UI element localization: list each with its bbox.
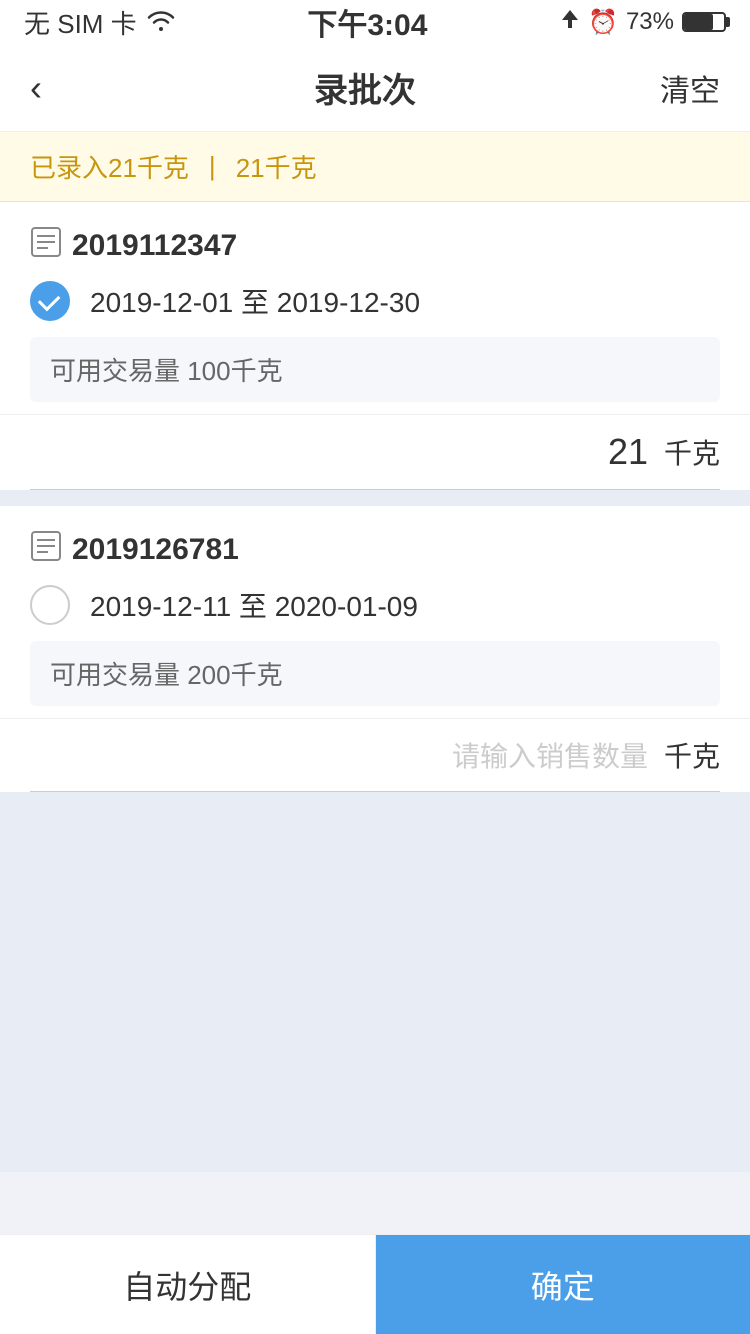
back-button[interactable]: ‹: [30, 67, 90, 109]
batch-id-2: 2019126781: [72, 533, 239, 567]
batch-radio-1[interactable]: [30, 281, 70, 321]
main-content: 2019112347 2019-12-01 至 2019-12-30 可用交易量…: [0, 202, 750, 1272]
batch-doc-icon-2: [30, 530, 62, 569]
confirm-button[interactable]: 确定: [376, 1235, 750, 1334]
section-divider: [0, 490, 750, 506]
quantity-unit-1: 千克: [664, 432, 720, 472]
batch-available-2: 可用交易量 200千克: [30, 641, 720, 706]
auto-distribute-button[interactable]: 自动分配: [0, 1235, 376, 1334]
status-left: 无 SIM 卡: [24, 4, 175, 41]
status-time: 下午3:04: [307, 0, 427, 44]
nav-bar: ‹ 录批次 清空: [0, 44, 750, 132]
batch-radio-2[interactable]: [30, 585, 70, 625]
status-right: ⏰ 73%: [560, 8, 726, 37]
quantity-row-2: 请输入销售数量 千克: [0, 718, 750, 791]
batch-id-1: 2019112347: [72, 229, 237, 263]
batch-header-2: 2019126781: [0, 506, 750, 577]
alarm-icon: ⏰: [588, 8, 618, 37]
batch-header-1: 2019112347: [0, 202, 750, 273]
footer: 自动分配 确定: [0, 1234, 750, 1334]
battery-icon: [682, 12, 726, 32]
recorded-amount: 已录入21千克: [30, 148, 189, 185]
quantity-row-1: 21 千克: [0, 414, 750, 489]
batch-available-1: 可用交易量 100千克: [30, 337, 720, 402]
bottom-space: [0, 792, 750, 1172]
wifi-icon: [147, 7, 175, 38]
batch-date-row-2[interactable]: 2019-12-11 至 2020-01-09: [0, 577, 750, 633]
quantity-placeholder-2: 请输入销售数量: [452, 735, 648, 775]
status-bar: 无 SIM 卡 下午3:04 ⏰ 73%: [0, 0, 750, 44]
batch-date-1: 2019-12-01 至 2019-12-30: [90, 281, 420, 321]
batch-date-2: 2019-12-11 至 2020-01-09: [90, 585, 418, 625]
batch-date-row-1[interactable]: 2019-12-01 至 2019-12-30: [0, 273, 750, 329]
quantity-unit-2: 千克: [664, 735, 720, 775]
carrier-text: 无 SIM 卡: [24, 4, 137, 41]
info-banner: 已录入21千克 | 21千克: [0, 132, 750, 202]
info-divider: |: [209, 151, 216, 182]
location-icon: [560, 8, 580, 37]
batch-card-1: 2019112347 2019-12-01 至 2019-12-30 可用交易量…: [0, 202, 750, 490]
page-title: 录批次: [314, 63, 416, 112]
clear-button[interactable]: 清空: [640, 66, 720, 110]
quantity-value-1[interactable]: 21: [588, 431, 648, 473]
batch-doc-icon-1: [30, 226, 62, 265]
batch-card-2: 2019126781 2019-12-11 至 2020-01-09 可用交易量…: [0, 506, 750, 792]
total-amount: 21千克: [236, 148, 317, 185]
battery-percent: 73%: [626, 8, 674, 36]
